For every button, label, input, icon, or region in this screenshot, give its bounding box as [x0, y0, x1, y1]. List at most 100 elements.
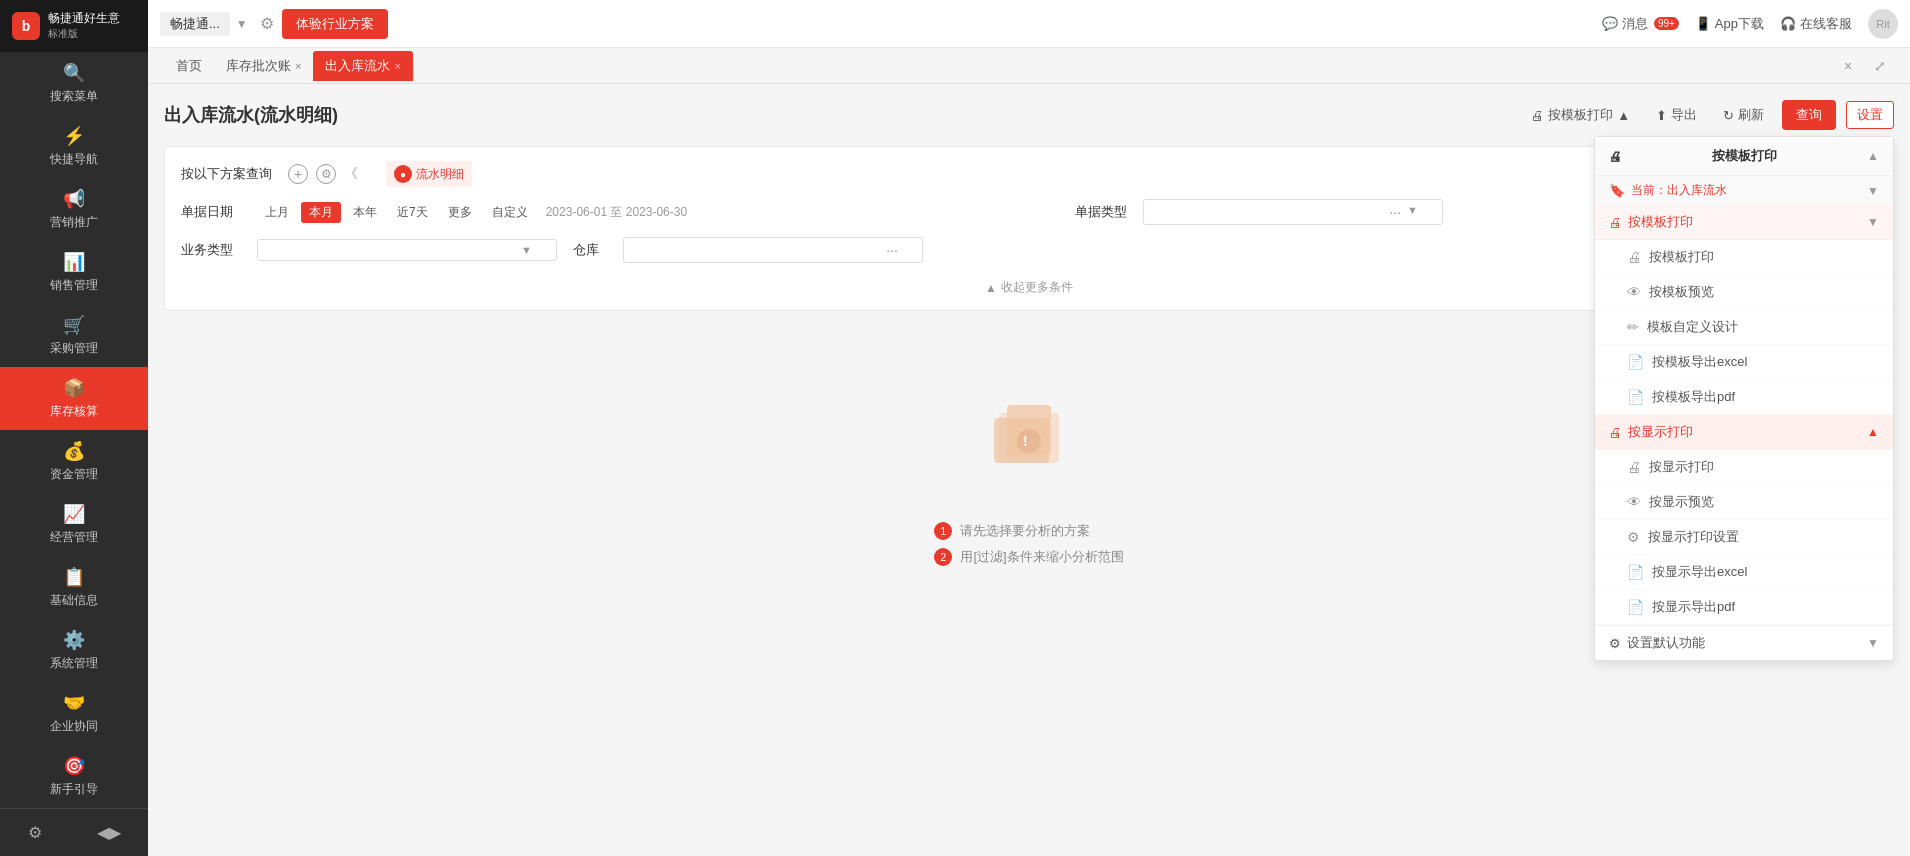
chevron-up-icon-panel: ▲	[1867, 149, 1879, 163]
tag-icon: ●	[394, 165, 412, 183]
date-chip-more[interactable]: 更多	[440, 202, 480, 223]
date-chip-this-month[interactable]: 本月	[301, 202, 341, 223]
print-template-button[interactable]: 🖨 按模板打印 ▲	[1523, 102, 1638, 128]
tab-close-batch[interactable]: ×	[295, 60, 301, 72]
filter-collapse-button[interactable]: 《	[344, 165, 358, 183]
date-chip-7days[interactable]: 近7天	[389, 202, 436, 223]
sidebar-item-quick-nav[interactable]: ⚡ 快捷导航	[0, 115, 148, 178]
window-controls: × ⤢	[1834, 52, 1894, 80]
date-chip-custom[interactable]: 自定义	[484, 202, 536, 223]
header-settings-icon[interactable]: ⚙	[260, 14, 274, 33]
display-preview-item[interactable]: 👁 按显示预览	[1595, 485, 1893, 520]
sidebar-item-enterprise[interactable]: 🤝 企业协同	[0, 682, 148, 745]
template-export-excel-item[interactable]: 📄 按模板导出excel	[1595, 345, 1893, 380]
doc-type-options-icon: ···	[1389, 204, 1401, 220]
app-download-button[interactable]: 📱 App下载	[1695, 15, 1764, 33]
doc-type-select[interactable]: ··· ▼	[1143, 199, 1443, 225]
sidebar-item-operations[interactable]: 📈 经营管理	[0, 493, 148, 556]
display-pdf-icon: 📄	[1627, 599, 1644, 615]
maximize-window-button[interactable]: ⤢	[1866, 52, 1894, 80]
tab-inout-flow[interactable]: 出入库流水 ×	[313, 51, 412, 81]
display-section-label: 🖨 按显示打印	[1609, 423, 1693, 441]
query-button[interactable]: 查询	[1782, 100, 1836, 130]
user-area: 畅捷通... ▼ ⚙	[160, 12, 274, 36]
online-service-button[interactable]: 🎧 在线客服	[1780, 15, 1852, 33]
display-export-pdf-item[interactable]: 📄 按显示导出pdf	[1595, 590, 1893, 625]
sidebar-item-search[interactable]: 🔍 搜索菜单	[0, 52, 148, 115]
tab-home[interactable]: 首页	[164, 51, 214, 81]
warehouse-label: 仓库	[573, 241, 599, 259]
empty-illustration: !	[979, 383, 1079, 502]
display-section-header[interactable]: 🖨 按显示打印 ▲	[1595, 415, 1893, 450]
filter-actions: 按以下方案查询 + ⚙ 《	[181, 164, 358, 184]
settings-button[interactable]: ⚙	[20, 819, 50, 846]
filter-section-label: 按以下方案查询	[181, 165, 272, 183]
step-1-num: 1	[934, 522, 952, 540]
refresh-button[interactable]: ↻ 刷新	[1715, 102, 1772, 128]
sidebar-item-label: 基础信息	[50, 592, 98, 609]
display-print-settings-item[interactable]: ⚙ 按显示打印设置	[1595, 520, 1893, 555]
cta-button[interactable]: 体验行业方案	[282, 9, 388, 39]
sidebar-item-sales[interactable]: 📊 销售管理	[0, 241, 148, 304]
main-area: 畅捷通... ▼ ⚙ 体验行业方案 💬 消息 99+ 📱 App下载 🎧 在线客…	[148, 0, 1910, 856]
target-icon: 🎯	[63, 755, 85, 777]
svg-text:!: !	[1023, 433, 1028, 449]
close-window-button[interactable]: ×	[1834, 52, 1862, 80]
sidebar-item-finance[interactable]: 💰 资金管理	[0, 430, 148, 493]
date-chip-last-month[interactable]: 上月	[257, 202, 297, 223]
template-section-header[interactable]: 🖨 按模板打印 ▼	[1595, 205, 1893, 240]
filter-add-button[interactable]: +	[288, 164, 308, 184]
sidebar-item-system[interactable]: ⚙️ 系统管理	[0, 619, 148, 682]
template-custom-item[interactable]: ✏ 模板自定义设计	[1595, 310, 1893, 345]
sidebar-item-label: 企业协同	[50, 718, 98, 735]
display-print-icon: 🖨	[1609, 425, 1622, 440]
settings-button[interactable]: 设置	[1846, 101, 1894, 129]
preview-icon: 👁	[1627, 284, 1641, 300]
section-icon: 🔖	[1609, 183, 1625, 198]
tab-batch-account[interactable]: 库存批次账 ×	[214, 51, 313, 81]
empty-step-2: 2 用[过滤]条件来缩小分析范围	[934, 548, 1123, 566]
sidebar-item-label: 销售管理	[50, 277, 98, 294]
empty-steps: 1 请先选择要分析的方案 2 用[过滤]条件来缩小分析范围	[934, 522, 1123, 566]
date-chip-this-year[interactable]: 本年	[345, 202, 385, 223]
message-badge: 99+	[1654, 17, 1679, 30]
header-right: 💬 消息 99+ 📱 App下载 🎧 在线客服 Rit	[1602, 9, 1898, 39]
date-field-label: 单据日期	[181, 203, 233, 221]
sidebar-item-inventory[interactable]: 📦 库存核算	[0, 367, 148, 430]
sidebar-item-guide[interactable]: 🎯 新手引导	[0, 745, 148, 808]
print-dropdown-panel: 🖨 按模板打印 ▲ 🔖 当前：出入库流水 ▼	[1594, 136, 1894, 661]
date-chips: 上月 本月 本年 近7天 更多 自定义	[257, 202, 536, 223]
warehouse-select[interactable]: ···	[623, 237, 923, 263]
printer-icon-header: 🖨	[1609, 149, 1622, 164]
display-export-excel-item[interactable]: 📄 按显示导出excel	[1595, 555, 1893, 590]
business-type-select[interactable]: ▼	[257, 239, 557, 261]
lightning-icon: ⚡	[63, 125, 85, 147]
sidebar-item-basic[interactable]: 📋 基础信息	[0, 556, 148, 619]
export-button[interactable]: ⬆ 导出	[1648, 102, 1705, 128]
avatar[interactable]: Rit	[1868, 9, 1898, 39]
collapse-sidebar-button[interactable]: ◀▶	[89, 819, 129, 846]
template-preview-item[interactable]: 👁 按模板预览	[1595, 275, 1893, 310]
clipboard-icon: 📋	[63, 566, 85, 588]
message-button[interactable]: 💬 消息 99+	[1602, 15, 1679, 33]
template-print-item[interactable]: 🖨 按模板打印	[1595, 240, 1893, 275]
app-name: 畅捷通好生意	[48, 11, 120, 27]
template-export-pdf-item[interactable]: 📄 按模板导出pdf	[1595, 380, 1893, 415]
display-settings-icon: ⚙	[1627, 529, 1640, 545]
display-print-item[interactable]: 🖨 按显示打印	[1595, 450, 1893, 485]
gear-icon: ⚙️	[63, 629, 85, 651]
sidebar-bottom: ⚙ ◀▶	[0, 808, 148, 856]
sidebar-item-marketing[interactable]: 📢 营销推广	[0, 178, 148, 241]
sidebar-item-label: 经营管理	[50, 529, 98, 546]
dropdown-footer[interactable]: ⚙ 设置默认功能 ▼	[1595, 625, 1893, 660]
sidebar-item-label: 库存核算	[50, 403, 98, 420]
tab-close-inout[interactable]: ×	[394, 60, 400, 72]
sidebar-item-label: 营销推广	[50, 214, 98, 231]
filter-settings-button[interactable]: ⚙	[316, 164, 336, 184]
search-icon: 🔍	[63, 62, 85, 84]
display-preview-icon: 👁	[1627, 494, 1641, 510]
user-dropdown-icon[interactable]: ▼	[236, 17, 248, 31]
sidebar-item-purchase[interactable]: 🛒 采购管理	[0, 304, 148, 367]
warehouse-options-icon: ···	[886, 242, 898, 258]
display-excel-icon: 📄	[1627, 564, 1644, 580]
